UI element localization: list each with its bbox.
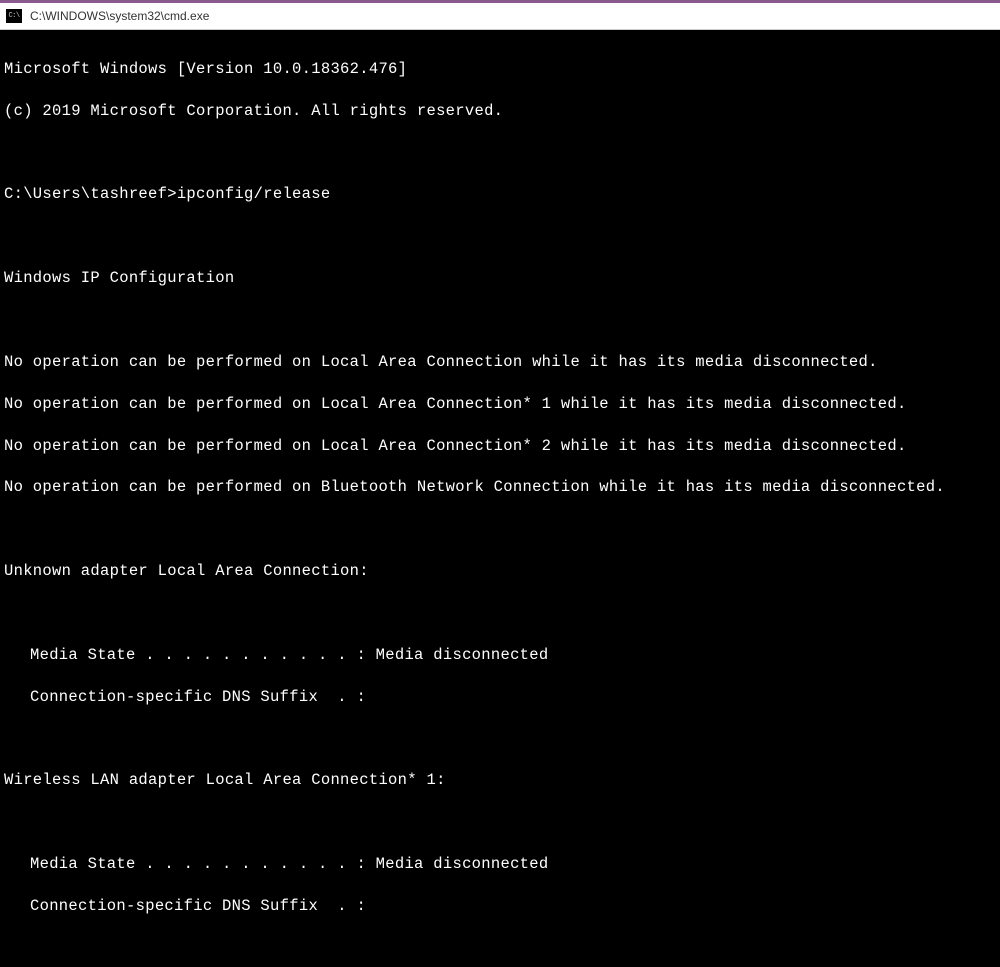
output-line — [4, 728, 996, 749]
adapter-property: Connection-specific DNS Suffix . : — [4, 896, 996, 917]
output-line: No operation can be performed on Bluetoo… — [4, 477, 996, 498]
output-line: Microsoft Windows [Version 10.0.18362.47… — [4, 59, 996, 80]
adapter-property: Media State . . . . . . . . . . . : Medi… — [4, 645, 996, 666]
output-line — [4, 812, 996, 833]
output-line: Windows IP Configuration — [4, 268, 996, 289]
cmd-icon: C:\ — [6, 9, 22, 23]
output-line — [4, 310, 996, 331]
window-title: C:\WINDOWS\system32\cmd.exe — [30, 9, 209, 23]
prompt-line: C:\Users\tashreef>ipconfig/release — [4, 184, 996, 205]
adapter-property: Media State . . . . . . . . . . . : Medi… — [4, 854, 996, 875]
titlebar[interactable]: C:\ C:\WINDOWS\system32\cmd.exe — [0, 0, 1000, 30]
output-line — [4, 226, 996, 247]
output-line — [4, 143, 996, 164]
cmd-window: C:\ C:\WINDOWS\system32\cmd.exe Microsof… — [0, 0, 1000, 500]
output-line: No operation can be performed on Local A… — [4, 394, 996, 415]
output-line: No operation can be performed on Local A… — [4, 436, 996, 457]
adapter-title: Wireless LAN adapter Local Area Connecti… — [4, 770, 996, 791]
output-line — [4, 519, 996, 540]
adapter-property: Connection-specific DNS Suffix . : — [4, 687, 996, 708]
terminal-output[interactable]: Microsoft Windows [Version 10.0.18362.47… — [0, 30, 1000, 967]
output-line — [4, 603, 996, 624]
output-line: (c) 2019 Microsoft Corporation. All righ… — [4, 101, 996, 122]
output-line: No operation can be performed on Local A… — [4, 352, 996, 373]
adapter-title: Unknown adapter Local Area Connection: — [4, 561, 996, 582]
